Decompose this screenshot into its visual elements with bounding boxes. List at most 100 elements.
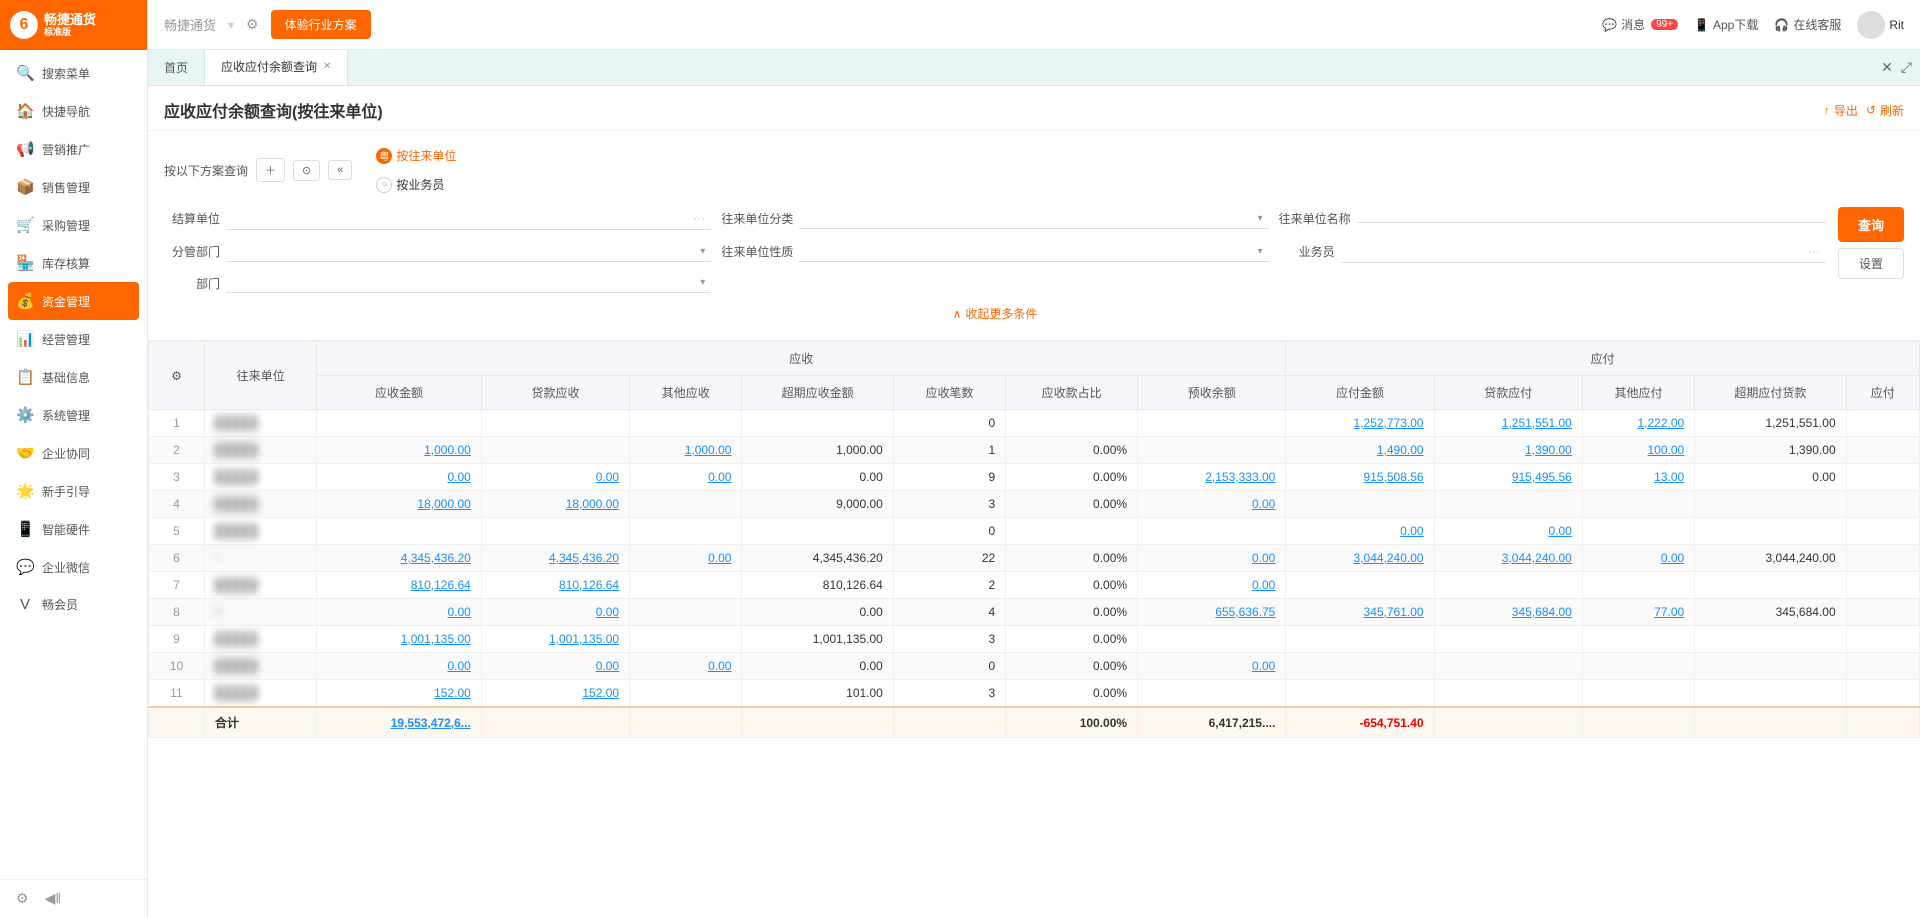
sidebar-item-search[interactable]: 🔍搜索菜单 (0, 54, 147, 92)
cell-ar-prepaid (1138, 626, 1286, 653)
cell-ap-more (1846, 518, 1919, 545)
sidebar-item-quick[interactable]: 🏠快捷导航 (0, 92, 147, 130)
expand-icon[interactable]: ⤢ (1901, 59, 1912, 76)
add-scheme-btn[interactable]: ＋ (256, 158, 285, 182)
cell-ap-more (1846, 491, 1919, 518)
scheme-by-unit[interactable]: 粤 按往来单位 (368, 143, 464, 168)
sidebar-item-member[interactable]: V畅会员 (0, 586, 147, 623)
sidebar-label-wechat: 企业微信 (42, 559, 90, 576)
sidebar-label-marketing: 营销推广 (42, 141, 90, 158)
sidebar-item-wechat[interactable]: 💬企业微信 (0, 548, 147, 586)
field-unit-nature-input[interactable]: ▾ (799, 242, 1268, 262)
footer-ar-amount[interactable]: 19,553,472,6... (317, 707, 482, 738)
cell-ar-prepaid: 0.00 (1138, 653, 1286, 680)
data-table: ⚙ 往来单位 应收 应付 应收金额 贷款应收 其他应收 超期应收金额 应收笔数 … (148, 341, 1920, 738)
cell-ap-loan (1434, 626, 1582, 653)
cell-ar-other (630, 491, 742, 518)
th-settings[interactable]: ⚙ (149, 342, 205, 410)
field-department-input[interactable]: ▾ (226, 273, 711, 293)
app-download-label: App下载 (1713, 16, 1758, 33)
close-window-icon[interactable]: ✕ (1881, 59, 1893, 76)
user-item[interactable]: Rit (1857, 11, 1904, 39)
cell-ap-amount: 1,252,773.00 (1286, 410, 1434, 437)
th-ar-count: 应收笔数 (893, 376, 1005, 410)
cell-ar-loan (481, 518, 629, 545)
cell-ar-overdue: 0.00 (742, 599, 893, 626)
th-ap-other: 其他应付 (1582, 376, 1694, 410)
cell-no: 3 (149, 464, 205, 491)
sidebar-item-stock[interactable]: 🏪库存核算 (0, 244, 147, 282)
tab-balance[interactable]: 应收应付余额查询✕ (205, 50, 348, 85)
sidebar-item-marketing[interactable]: 📢 营销推广 (0, 130, 147, 168)
collapse-icon[interactable]: ◀‖ (45, 890, 62, 907)
th-ap-more: 应付 (1846, 376, 1919, 410)
sidebar-item-hardware[interactable]: 📱智能硬件 (0, 510, 147, 548)
field-dept-input[interactable]: ▾ (226, 242, 711, 262)
sidebar-item-corp[interactable]: 🤝企业协同 (0, 434, 147, 472)
tab-close-balance[interactable]: ✕ (323, 61, 331, 72)
cell-ap-amount: 345,761.00 (1286, 599, 1434, 626)
sidebar-item-purchase[interactable]: 🛒采购管理 (0, 206, 147, 244)
cell-unit: █████ (204, 572, 316, 599)
avatar (1857, 11, 1885, 39)
logo-text: 畅捷通货 标准版 (44, 12, 96, 38)
sidebar-item-operation[interactable]: 📊经营管理 (0, 320, 147, 358)
cell-ar-loan (481, 437, 629, 464)
cell-ap-more (1846, 680, 1919, 708)
export-button[interactable]: ↑ 导出 (1824, 102, 1858, 119)
field-salesperson-input[interactable]: ··· (1341, 240, 1826, 263)
field-settlement-input[interactable]: ··· (226, 207, 711, 230)
field-unit-name-input[interactable] (1357, 214, 1826, 223)
sidebar-item-sales[interactable]: 📦销售管理 (0, 168, 147, 206)
setting-button[interactable]: 设置 (1838, 248, 1904, 279)
cell-ar-overdue: 1,001,135.00 (742, 626, 893, 653)
cell-ar-amount: 1,000.00 (317, 437, 482, 464)
th-ap-loan: 贷款应付 (1434, 376, 1582, 410)
cell-ap-loan (1434, 653, 1582, 680)
cell-ap-loan (1434, 572, 1582, 599)
cell-ar-count: 3 (893, 626, 1005, 653)
footer-ap-amount: -654,751.40 (1286, 707, 1434, 738)
cell-no: 2 (149, 437, 205, 464)
message-item[interactable]: 💬 消息 99+ (1602, 16, 1678, 33)
field-unit-nature-arrow: ▾ (1258, 246, 1263, 257)
cell-ar-loan: 1,001,135.00 (481, 626, 629, 653)
cell-ar-amount: 18,000.00 (317, 491, 482, 518)
cell-ap-amount (1286, 491, 1434, 518)
finance-icon: 💰 (16, 292, 34, 310)
sidebar-item-guide[interactable]: 🌟新手引导 (0, 472, 147, 510)
field-unit-name-label: 往来单位名称 (1279, 210, 1351, 227)
cell-ar-amount: 1,001,135.00 (317, 626, 482, 653)
sidebar-item-finance[interactable]: 💰资金管理 (8, 282, 139, 320)
solution-button[interactable]: 体验行业方案 (271, 10, 371, 39)
cell-ar-amount (317, 410, 482, 437)
topbar-gear-icon[interactable]: ⚙ (246, 16, 259, 33)
cell-ar-amount: 810,126.64 (317, 572, 482, 599)
online-service-item[interactable]: 🎧 在线客服 (1774, 16, 1841, 33)
settings-icon[interactable]: ⚙ (16, 890, 29, 907)
sidebar-item-system[interactable]: ⚙️系统管理 (0, 396, 147, 434)
cell-no: 9 (149, 626, 205, 653)
tab-home[interactable]: 首页 (148, 50, 205, 85)
refresh-button[interactable]: ↺ 刷新 (1866, 102, 1904, 119)
cell-ap-overdue: 3,044,240.00 (1695, 545, 1846, 572)
query-button[interactable]: 查询 (1838, 207, 1904, 242)
scheme-unit-icon: 粤 (376, 148, 392, 164)
field-unit-category-input[interactable]: ▾ (799, 209, 1268, 229)
scheme-collapse-btn[interactable]: « (328, 160, 352, 180)
marketing-icon: 📢 (16, 140, 34, 158)
field-dept-label: 分管部门 (164, 243, 220, 260)
app-download-item[interactable]: 📱 App下载 (1694, 16, 1758, 33)
app-name: 畅捷通货 (44, 12, 96, 28)
hardware-icon: 📱 (16, 520, 34, 538)
field-department-arrow: ▾ (700, 277, 705, 288)
field-settlement-dots: ··· (693, 211, 705, 225)
table-row: 7 █████ 810,126.64 810,126.64 810,126.64… (149, 572, 1920, 599)
collapse-btn[interactable]: ∧ 收起更多条件 (164, 299, 1826, 328)
scheme-by-sales[interactable]: ○ 按业务员 (368, 172, 464, 197)
cell-ap-loan (1434, 491, 1582, 518)
scheme-settings-btn[interactable]: ⊙ (293, 160, 320, 181)
cell-ap-other (1582, 680, 1694, 708)
cell-ap-other (1582, 491, 1694, 518)
sidebar-item-basic[interactable]: 📋基础信息 (0, 358, 147, 396)
